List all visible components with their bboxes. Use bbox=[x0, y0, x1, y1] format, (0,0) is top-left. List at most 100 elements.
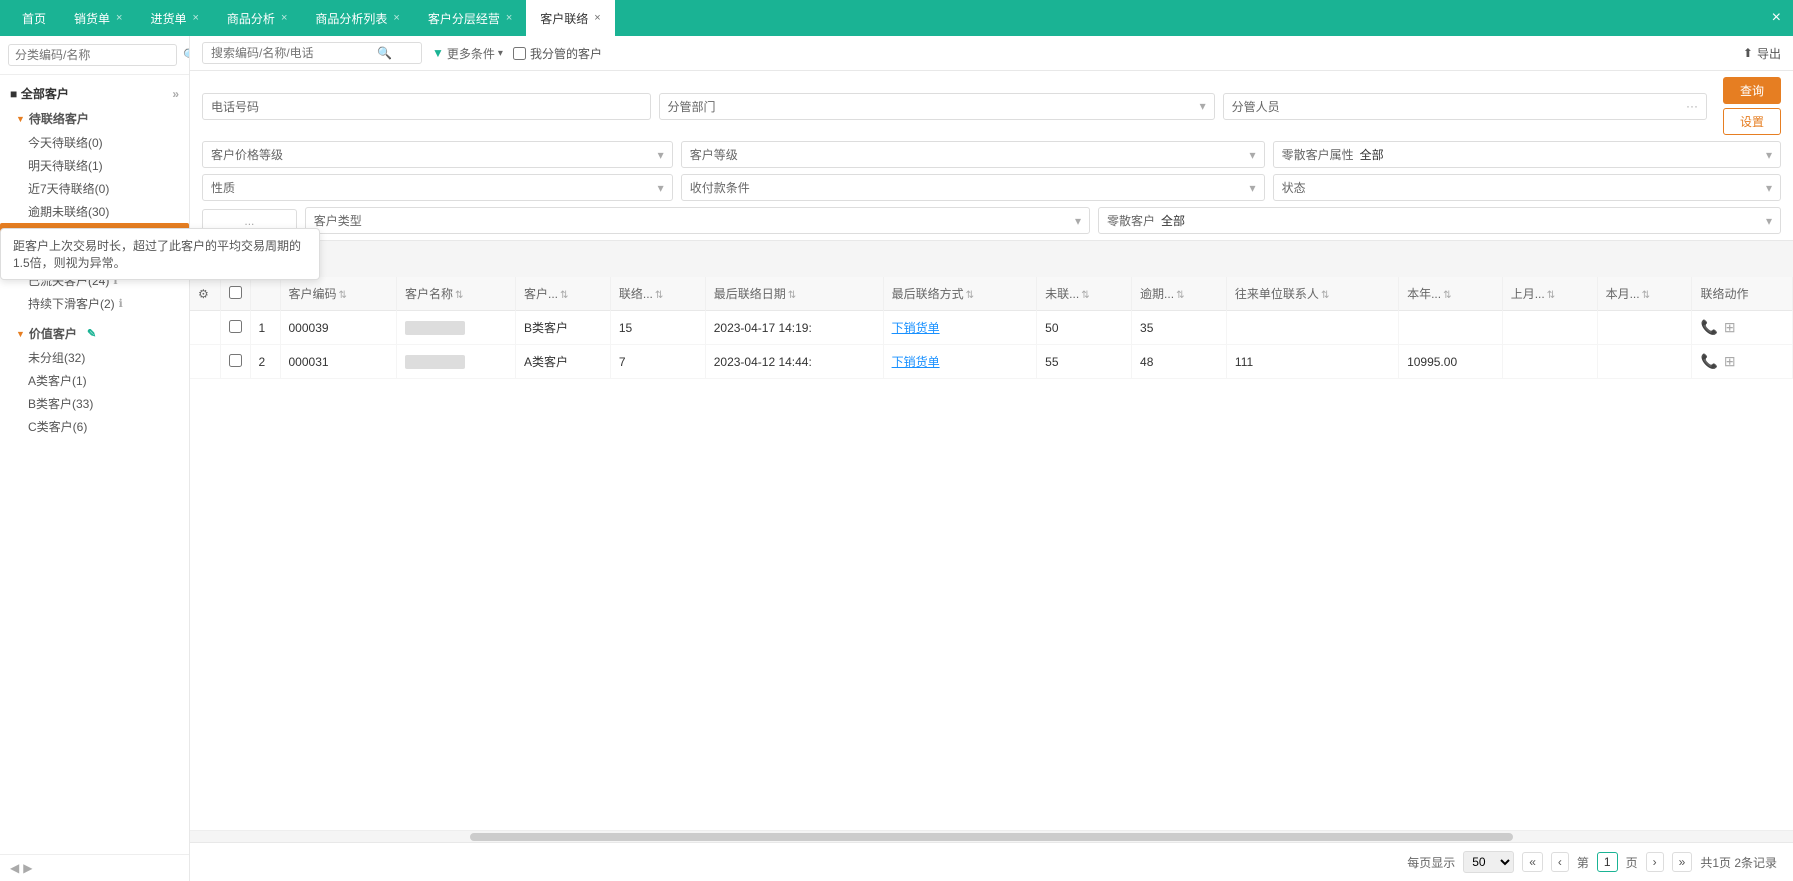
close-product-analysis-list-icon[interactable]: × bbox=[393, 12, 399, 24]
row-contact: 7 bbox=[610, 345, 705, 379]
sidebar-item-declining[interactable]: 持续下滑客户(2) ℹ bbox=[0, 292, 189, 315]
filter-zero-customer[interactable]: 零散客户 全部 ▾ bbox=[1098, 207, 1781, 234]
sidebar-item-7days[interactable]: 近7天待联络(0) bbox=[0, 177, 189, 200]
nav-sales-order[interactable]: 销货单 × bbox=[60, 0, 136, 36]
contact-method-link[interactable]: 下销货单 bbox=[892, 355, 940, 369]
query-button[interactable]: 查询 bbox=[1723, 77, 1781, 104]
my-customers-checkbox-wrap[interactable]: 我分管的客户 bbox=[513, 45, 602, 62]
horizontal-scrollbar[interactable] bbox=[190, 830, 1793, 842]
col-last-contact-date[interactable]: 最后联络日期⇅ bbox=[705, 277, 883, 311]
row-last-contact-date: 2023-04-17 14:19: bbox=[705, 311, 883, 345]
col-name[interactable]: 客户名称⇅ bbox=[397, 277, 516, 311]
sidebar-item-tomorrow[interactable]: 明天待联络(1) bbox=[0, 154, 189, 177]
nav-home[interactable]: 首页 bbox=[8, 0, 60, 36]
filter-payment[interactable]: 收付款条件 ▾ bbox=[681, 174, 1265, 201]
settings-gear-icon[interactable]: ⚙ bbox=[198, 287, 209, 301]
last-page-button[interactable]: » bbox=[1672, 852, 1693, 872]
sort-unit-icon: ⇅ bbox=[1321, 290, 1329, 301]
prev-page-button[interactable]: ‹ bbox=[1551, 852, 1569, 872]
close-customer-segment-icon[interactable]: × bbox=[506, 12, 512, 24]
collapse-sidebar-icon[interactable]: » bbox=[172, 87, 179, 101]
nav-product-analysis[interactable]: 商品分析 × bbox=[213, 0, 301, 36]
filter-customer-level[interactable]: 客户等级 ▾ bbox=[681, 141, 1265, 168]
customer-type-chevron-icon: ▾ bbox=[1075, 214, 1081, 228]
sidebar-section-value[interactable]: ▼ 价值客户 ✎ bbox=[0, 321, 189, 346]
top-nav: 首页 销货单 × 进货单 × 商品分析 × 商品分析列表 × 客户分层经营 × … bbox=[0, 0, 1793, 36]
sidebar-item-overdue[interactable]: 逾期未联络(30) bbox=[0, 200, 189, 223]
row-this-year: 10995.00 bbox=[1399, 345, 1503, 379]
close-purchase-order-icon[interactable]: × bbox=[192, 12, 198, 24]
action-phone-icon[interactable]: 📞 bbox=[1700, 319, 1717, 336]
row-last-contact-method[interactable]: 下销货单 bbox=[883, 345, 1037, 379]
search-input[interactable] bbox=[211, 46, 371, 60]
col-code[interactable]: 客户编码⇅ bbox=[280, 277, 397, 311]
filter-zero-sale-attr[interactable]: 零散客户属性 全部 ▾ bbox=[1273, 141, 1781, 168]
sidebar-bottom-left-arrow[interactable]: ◀ bbox=[10, 861, 19, 875]
first-page-button[interactable]: « bbox=[1522, 852, 1543, 872]
filter-phone[interactable]: 电话号码 bbox=[202, 93, 651, 120]
row-customer-type: B类客户 bbox=[515, 311, 610, 345]
col-customer-type[interactable]: 客户...⇅ bbox=[515, 277, 610, 311]
sidebar-search-icon[interactable]: 🔍 bbox=[183, 48, 190, 62]
row-last-contact-date: 2023-04-12 14:44: bbox=[705, 345, 883, 379]
filter-dept[interactable]: 分管部门 ▾ bbox=[659, 93, 1215, 120]
close-customer-contact-icon[interactable]: × bbox=[594, 12, 600, 24]
col-this-year[interactable]: 本年...⇅ bbox=[1399, 277, 1503, 311]
filter-status[interactable]: 状态 ▾ bbox=[1273, 174, 1781, 201]
more-conditions-button[interactable]: ▼ 更多条件 ▾ bbox=[432, 45, 503, 62]
row-settings bbox=[190, 311, 220, 345]
filter-price-level[interactable]: 客户价格等级 ▾ bbox=[202, 141, 673, 168]
sidebar-all-customers[interactable]: ■ 全部客户 » bbox=[0, 81, 189, 106]
action-more-icon[interactable]: ⊞ bbox=[1724, 319, 1736, 336]
action-phone-icon[interactable]: 📞 bbox=[1700, 353, 1717, 370]
row-select-checkbox[interactable] bbox=[229, 354, 242, 367]
close-product-analysis-icon[interactable]: × bbox=[281, 12, 287, 24]
row-code: 000039 bbox=[280, 311, 397, 345]
page-size-select[interactable]: 50 100 200 bbox=[1463, 851, 1514, 873]
contact-method-link[interactable]: 下销货单 bbox=[892, 321, 940, 335]
my-customers-checkbox[interactable] bbox=[513, 47, 526, 60]
sidebar-section-pending[interactable]: ▼ 待联络客户 bbox=[0, 106, 189, 131]
nav-customer-segment[interactable]: 客户分层经营 × bbox=[414, 0, 526, 36]
close-all-button[interactable]: × bbox=[1772, 9, 1781, 27]
nav-customer-contact[interactable]: 客户联络 × bbox=[526, 0, 614, 36]
action-more-icon[interactable]: ⊞ bbox=[1724, 353, 1736, 370]
sidebar-item-class-c[interactable]: C类客户(6) bbox=[0, 415, 189, 438]
settings-button[interactable]: 设置 bbox=[1723, 108, 1781, 135]
scrollbar-thumb[interactable] bbox=[470, 833, 1513, 841]
filter-manager[interactable]: 分管人员 ··· bbox=[1223, 93, 1707, 120]
export-button[interactable]: ⬆ 导出 bbox=[1743, 45, 1781, 62]
search-icon[interactable]: 🔍 bbox=[377, 46, 392, 60]
tooltip-box: 距客户上次交易时长，超过了此客户的平均交易周期的1.5倍，则视为异常。 bbox=[190, 228, 320, 280]
col-last-contact-method[interactable]: 最后联络方式⇅ bbox=[883, 277, 1037, 311]
close-sales-order-icon[interactable]: × bbox=[116, 12, 122, 24]
nav-purchase-order[interactable]: 进货单 × bbox=[136, 0, 212, 36]
sidebar-search-input[interactable] bbox=[8, 44, 177, 66]
current-page-input[interactable]: 1 bbox=[1597, 852, 1618, 872]
row-checkbox[interactable] bbox=[220, 345, 250, 379]
sidebar-item-today[interactable]: 今天待联络(0) bbox=[0, 131, 189, 154]
row-settings bbox=[190, 345, 220, 379]
filter-gender[interactable]: 性质 ▾ bbox=[202, 174, 673, 201]
col-settings[interactable]: ⚙ bbox=[190, 277, 220, 311]
col-not-contact[interactable]: 未联...⇅ bbox=[1037, 277, 1132, 311]
sidebar-item-class-a[interactable]: A类客户(1) bbox=[0, 369, 189, 392]
row-last-contact-method[interactable]: 下销货单 bbox=[883, 311, 1037, 345]
nav-product-analysis-list[interactable]: 商品分析列表 × bbox=[301, 0, 413, 36]
zero-customer-chevron-icon: ▾ bbox=[1766, 214, 1772, 228]
edit-value-customers-icon[interactable]: ✎ bbox=[87, 327, 96, 340]
col-overdue[interactable]: 逾期...⇅ bbox=[1132, 277, 1227, 311]
col-last-month[interactable]: 上月...⇅ bbox=[1502, 277, 1597, 311]
col-this-month[interactable]: 本月...⇅ bbox=[1597, 277, 1692, 311]
col-unit-contact[interactable]: 往来单位联系人⇅ bbox=[1226, 277, 1398, 311]
sidebar-item-class-b[interactable]: B类客户(33) bbox=[0, 392, 189, 415]
select-all-checkbox[interactable] bbox=[229, 286, 242, 299]
row-checkbox[interactable] bbox=[220, 311, 250, 345]
row-select-checkbox[interactable] bbox=[229, 320, 242, 333]
sort-contact-icon: ⇅ bbox=[655, 290, 663, 301]
sidebar-bottom-right-arrow[interactable]: ▶ bbox=[23, 861, 32, 875]
sidebar-item-unclassified[interactable]: 未分组(32) bbox=[0, 346, 189, 369]
col-contact-count[interactable]: 联络...⇅ bbox=[610, 277, 705, 311]
filter-customer-type[interactable]: 客户类型 ▾ bbox=[305, 207, 1090, 234]
next-page-button[interactable]: › bbox=[1646, 852, 1664, 872]
